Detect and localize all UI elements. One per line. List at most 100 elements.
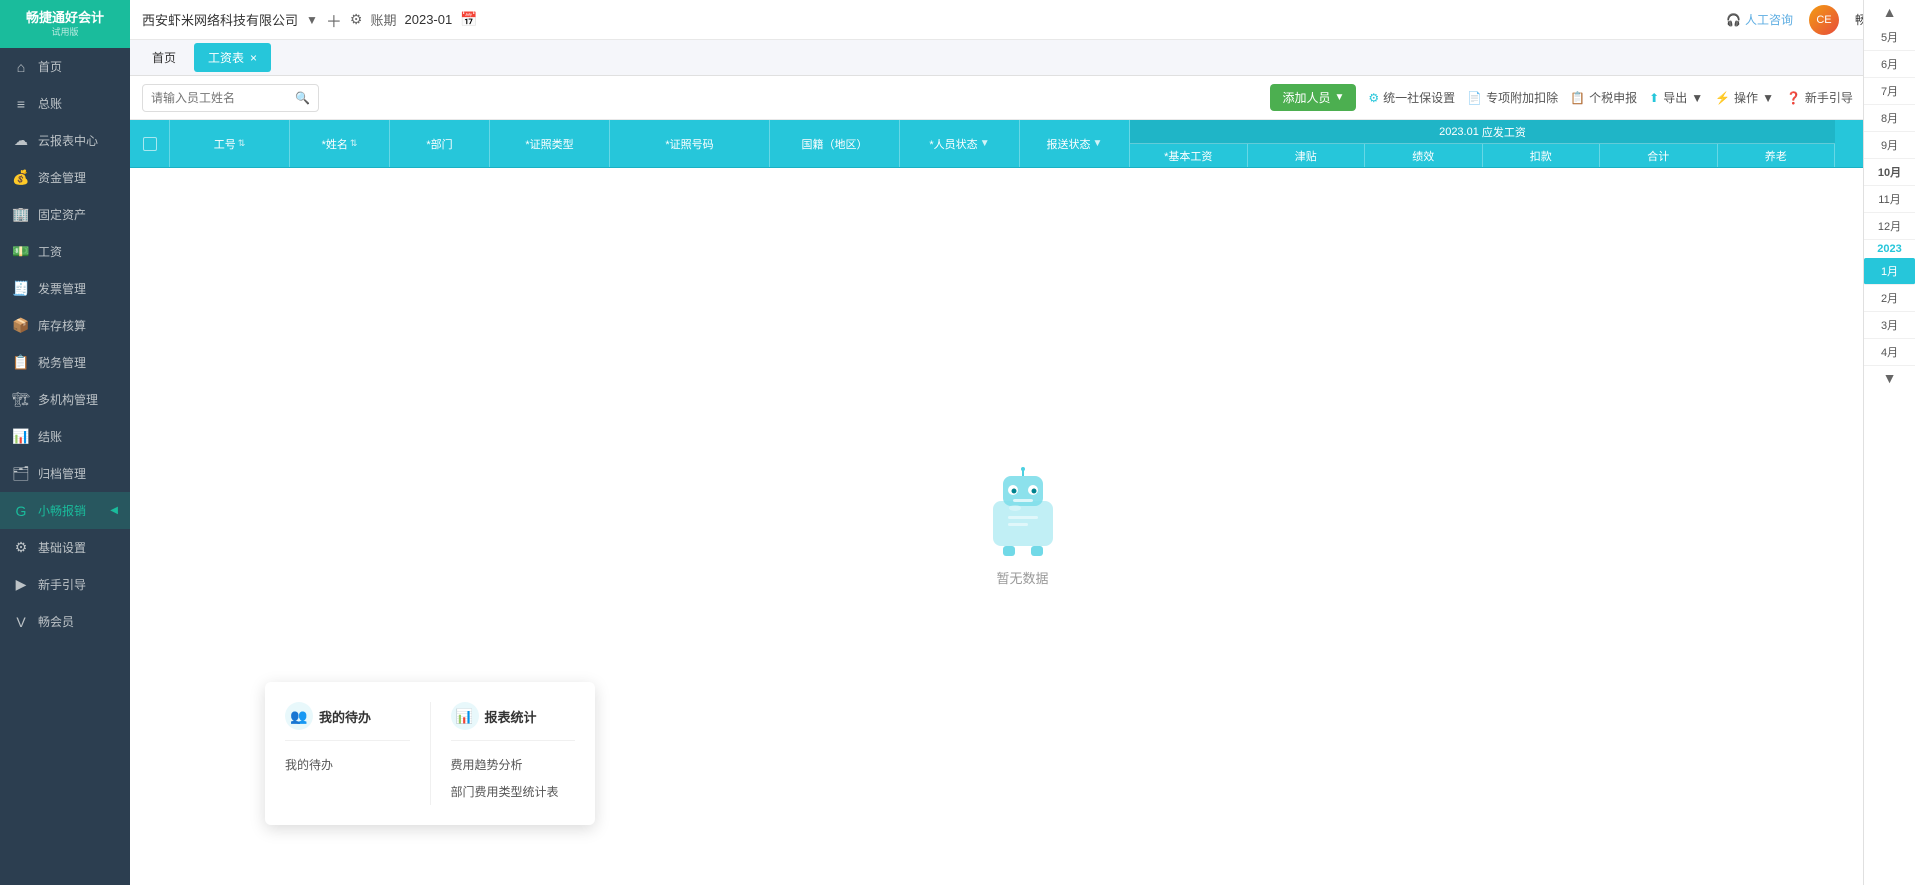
- sidebar-label: 资金管理: [38, 169, 86, 186]
- sidebar-item-new-guide[interactable]: ▶ 新手引导: [0, 566, 130, 603]
- select-all-checkbox[interactable]: [143, 137, 157, 151]
- operation-arrow-icon: ▼: [1762, 91, 1774, 105]
- add-company-button[interactable]: ＋: [326, 8, 342, 32]
- date-item-5[interactable]: 5月: [1864, 24, 1915, 51]
- sidebar-item-invoice[interactable]: 🧾 发票管理: [0, 270, 130, 307]
- th-send-status[interactable]: 报送状态 ▼: [1020, 120, 1130, 167]
- date-item-6[interactable]: 6月: [1864, 51, 1915, 78]
- date-item-1[interactable]: 1月: [1864, 258, 1915, 285]
- export-button[interactable]: ⬆ 导出 ▼: [1649, 89, 1703, 106]
- social-security-button[interactable]: ⚙ 统一社保设置: [1368, 89, 1455, 106]
- date-item-11[interactable]: 11月: [1864, 186, 1915, 213]
- date-item-12[interactable]: 12月: [1864, 213, 1915, 240]
- date-item-9[interactable]: 9月: [1864, 132, 1915, 159]
- calendar-icon[interactable]: 📅: [460, 11, 477, 28]
- sidebar-item-salary[interactable]: 💵 工资: [0, 233, 130, 270]
- th-dept-label: *部门: [426, 136, 452, 152]
- date-item-10[interactable]: 10月: [1864, 159, 1915, 186]
- sidebar-item-inventory[interactable]: 📦 库存核算: [0, 307, 130, 344]
- new-guide-button[interactable]: ❓ 新手引导: [1786, 89, 1853, 106]
- sidebar-item-multi-org[interactable]: 🏗 多机构管理: [0, 381, 130, 418]
- sidebar-item-settle[interactable]: 📊 结账: [0, 418, 130, 455]
- popup-item-cost-trend[interactable]: 费用趋势分析: [451, 751, 576, 778]
- service-button[interactable]: 🎧 人工咨询: [1726, 11, 1793, 28]
- th-idno-label: *证照号码: [665, 136, 713, 152]
- inventory-icon: 📦: [12, 317, 30, 334]
- popup-item-dept-cost[interactable]: 部门费用类型统计表: [451, 778, 576, 805]
- headset-icon: 🎧: [1726, 13, 1741, 27]
- th-performance: 绩效: [1365, 144, 1483, 167]
- th-deduct: 扣款: [1483, 144, 1601, 167]
- sidebar-item-tax[interactable]: 📋 税务管理: [0, 344, 130, 381]
- th-checkbox[interactable]: [130, 120, 170, 167]
- th-total: 合计: [1600, 144, 1718, 167]
- company-settings-icon[interactable]: ⚙: [350, 11, 363, 28]
- send-filter-icon[interactable]: ▼: [1093, 138, 1103, 149]
- date-item-7[interactable]: 7月: [1864, 78, 1915, 105]
- th-pension: 养老: [1718, 144, 1836, 167]
- tab-home[interactable]: 首页: [138, 43, 190, 72]
- th-allowance: 津贴: [1248, 144, 1366, 167]
- export-icon: ⬆: [1649, 91, 1659, 105]
- add-person-button[interactable]: 添加人员 ▼: [1270, 84, 1356, 111]
- avatar: CE: [1809, 5, 1839, 35]
- sidebar-label: 基础设置: [38, 539, 86, 556]
- settle-icon: 📊: [12, 428, 30, 445]
- sidebar-label: 库存核算: [38, 317, 86, 334]
- sidebar-label: 归档管理: [38, 465, 86, 482]
- sidebar-item-archive[interactable]: 🗂 归档管理: [0, 455, 130, 492]
- sidebar-item-vip[interactable]: V 畅会员: [0, 603, 130, 640]
- date-nav-down[interactable]: ▼: [1864, 366, 1915, 390]
- date-nav-up[interactable]: ▲: [1864, 0, 1915, 24]
- archive-icon: 🗂: [12, 465, 30, 482]
- date-item-4[interactable]: 4月: [1864, 339, 1915, 366]
- search-input[interactable]: [151, 91, 291, 105]
- search-icon[interactable]: 🔍: [295, 91, 310, 105]
- sidebar-item-xiao-chang[interactable]: G 小畅报销 ◀: [0, 492, 130, 529]
- sidebar-item-ledger[interactable]: ≡ 总账: [0, 85, 130, 122]
- sidebar-item-cloud-report[interactable]: ☁ 云报表中心: [0, 122, 130, 159]
- fund-icon: 💰: [12, 169, 30, 186]
- sidebar-item-basic-settings[interactable]: ⚙ 基础设置: [0, 529, 130, 566]
- empty-icon: [973, 466, 1073, 556]
- logo-badge: 试用版: [51, 25, 78, 38]
- tab-salary-table[interactable]: 工资表 ×: [194, 43, 271, 72]
- cloud-icon: ☁: [12, 132, 30, 149]
- special-deduct-icon: 📄: [1467, 91, 1482, 105]
- sort-icon: ⇅: [238, 138, 246, 149]
- date-item-2[interactable]: 2月: [1864, 285, 1915, 312]
- xiao-chang-icon: G: [12, 503, 30, 519]
- service-label: 人工咨询: [1745, 11, 1793, 28]
- add-person-label: 添加人员: [1282, 89, 1330, 106]
- filter-icon[interactable]: ▼: [980, 138, 990, 149]
- sidebar-item-fixed-asset[interactable]: 🏢 固定资产: [0, 196, 130, 233]
- export-label: 导出: [1663, 89, 1687, 106]
- tax-report-icon: 📋: [1570, 91, 1585, 105]
- sidebar-label: 新手引导: [38, 576, 86, 593]
- salary-icon: 💵: [12, 243, 30, 260]
- th-person-status[interactable]: *人员状态 ▼: [900, 120, 1020, 167]
- popup-menu: 👥 我的待办 我的待办 📊 报表统计 费用趋势分析: [265, 682, 595, 825]
- popup-item-todo[interactable]: 我的待办: [285, 751, 410, 778]
- popup-col-todo-header: 👥 我的待办: [285, 702, 410, 741]
- company-name: 西安虾米网络科技有限公司: [142, 10, 298, 29]
- date-item-3[interactable]: 3月: [1864, 312, 1915, 339]
- th-id[interactable]: 工号 ⇅: [170, 120, 290, 167]
- new-guide-label: 新手引导: [1805, 89, 1853, 106]
- date-panel: ▲ 5月 6月 7月 8月 9月 10月 11月 12月 2023 1月 2月 …: [1863, 0, 1915, 885]
- toolbar: 🔍 添加人员 ▼ ⚙ 统一社保设置 📄 专项附加扣除 📋 个税申报 ⬆ 导出: [130, 76, 1915, 120]
- tab-close-icon[interactable]: ×: [250, 51, 257, 65]
- special-deduct-button[interactable]: 📄 专项附加扣除: [1467, 89, 1558, 106]
- sidebar-item-fund[interactable]: 💰 资金管理: [0, 159, 130, 196]
- empty-text: 暂无数据: [996, 568, 1048, 587]
- date-item-8[interactable]: 8月: [1864, 105, 1915, 132]
- sidebar-item-home[interactable]: ⌂ 首页: [0, 48, 130, 85]
- social-security-icon: ⚙: [1368, 91, 1379, 105]
- popup-col-report-header: 📊 报表统计: [451, 702, 576, 741]
- company-dropdown-icon[interactable]: ▼: [306, 13, 318, 27]
- operation-button[interactable]: ⚡ 操作 ▼: [1715, 89, 1774, 106]
- th-name[interactable]: *姓名 ⇅: [290, 120, 390, 167]
- popup-todo-icon: 👥: [285, 702, 313, 730]
- individual-tax-button[interactable]: 📋 个税申报: [1570, 89, 1637, 106]
- sort-icon: ⇅: [350, 138, 358, 149]
